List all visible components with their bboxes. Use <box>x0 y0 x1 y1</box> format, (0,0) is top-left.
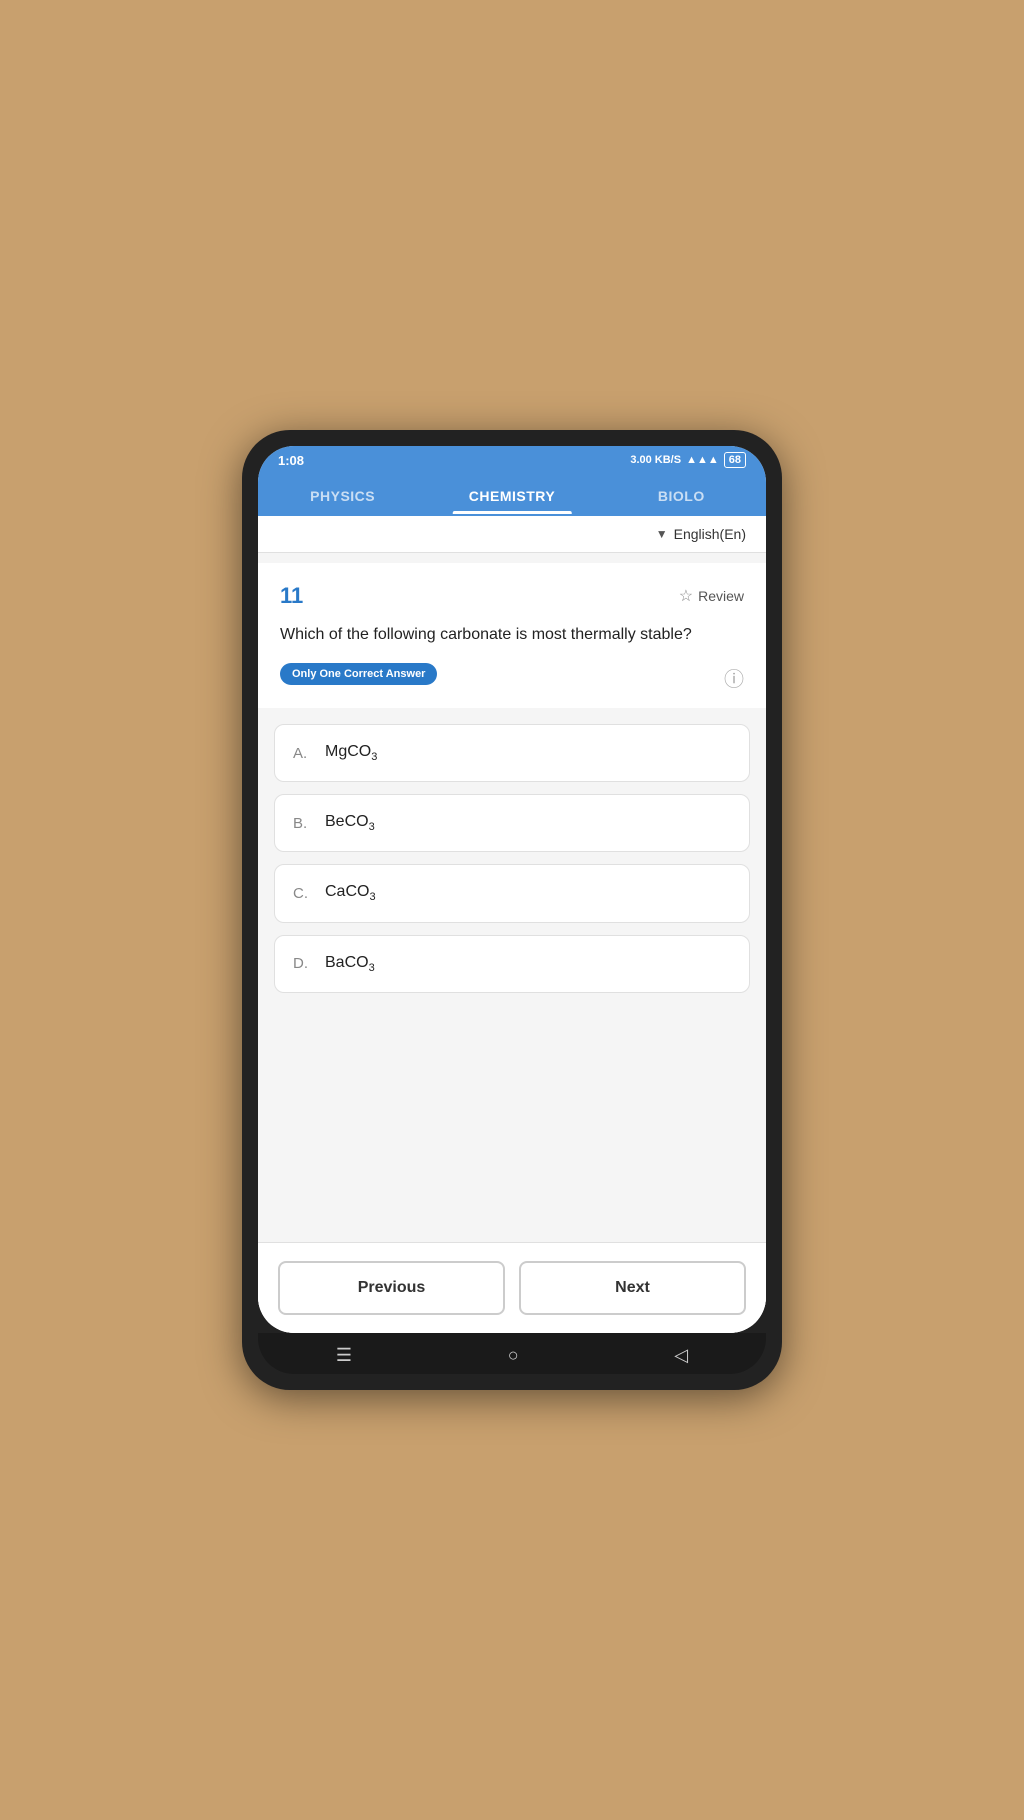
option-a-text: MgCO3 <box>325 743 377 763</box>
battery-indicator: 68 <box>724 452 746 468</box>
option-a-label: A. <box>293 745 311 762</box>
review-button[interactable]: ☆ Review <box>679 586 744 606</box>
tab-biology[interactable]: BIOLO <box>597 474 766 514</box>
option-b-label: B. <box>293 815 311 832</box>
option-b-text: BeCO3 <box>325 813 375 833</box>
network-speed: 3.00 KB/S <box>630 454 681 466</box>
option-c[interactable]: C. CaCO3 <box>274 864 750 922</box>
option-b[interactable]: B. BeCO3 <box>274 794 750 852</box>
question-text: Which of the following carbonate is most… <box>280 623 744 647</box>
signal-icon: ▲▲▲ <box>686 454 719 466</box>
option-c-label: C. <box>293 885 311 902</box>
question-card: 11 ☆ Review Which of the following carbo… <box>258 563 766 708</box>
info-icon[interactable]: ⓘ <box>724 663 744 692</box>
option-d-label: D. <box>293 955 311 972</box>
options-area: A. MgCO3 B. BeCO3 C. CaCO3 <box>258 708 766 1242</box>
nav-home-icon[interactable]: ○ <box>508 1345 519 1366</box>
nav-menu-icon[interactable]: ☰ <box>336 1345 352 1366</box>
review-label: Review <box>698 588 744 604</box>
answer-type-row: Only One Correct Answer ⓘ <box>280 663 744 689</box>
option-d-text: BaCO3 <box>325 954 375 974</box>
option-c-text: CaCO3 <box>325 883 376 903</box>
tab-bar: PHYSICS CHEMISTRY BIOLO <box>258 474 766 516</box>
phone-nav-bar: ☰ ○ ◁ <box>258 1333 766 1374</box>
nav-back-icon[interactable]: ◁ <box>674 1345 688 1366</box>
language-label: English(En) <box>674 526 746 542</box>
question-number: 11 <box>280 583 303 609</box>
status-icons: 3.00 KB/S ▲▲▲ 68 <box>630 452 746 468</box>
language-selector[interactable]: ▼ English(En) <box>656 526 746 542</box>
content-area: ▼ English(En) 11 ☆ Review Which of the f… <box>258 516 766 1333</box>
tab-chemistry[interactable]: CHEMISTRY <box>427 474 596 514</box>
bottom-buttons: Previous Next <box>258 1242 766 1333</box>
phone-screen: 1:08 3.00 KB/S ▲▲▲ 68 PHYSICS CHEMISTRY … <box>258 446 766 1333</box>
answer-type-badge: Only One Correct Answer <box>280 663 437 685</box>
chevron-down-icon: ▼ <box>656 527 668 541</box>
language-bar: ▼ English(En) <box>258 516 766 553</box>
star-icon: ☆ <box>679 586 693 606</box>
tab-physics[interactable]: PHYSICS <box>258 474 427 514</box>
next-button[interactable]: Next <box>519 1261 746 1315</box>
option-a[interactable]: A. MgCO3 <box>274 724 750 782</box>
previous-button[interactable]: Previous <box>278 1261 505 1315</box>
status-bar: 1:08 3.00 KB/S ▲▲▲ 68 <box>258 446 766 474</box>
question-header: 11 ☆ Review <box>280 583 744 609</box>
phone-frame: 1:08 3.00 KB/S ▲▲▲ 68 PHYSICS CHEMISTRY … <box>242 430 782 1390</box>
status-time: 1:08 <box>278 453 304 468</box>
option-d[interactable]: D. BaCO3 <box>274 935 750 993</box>
